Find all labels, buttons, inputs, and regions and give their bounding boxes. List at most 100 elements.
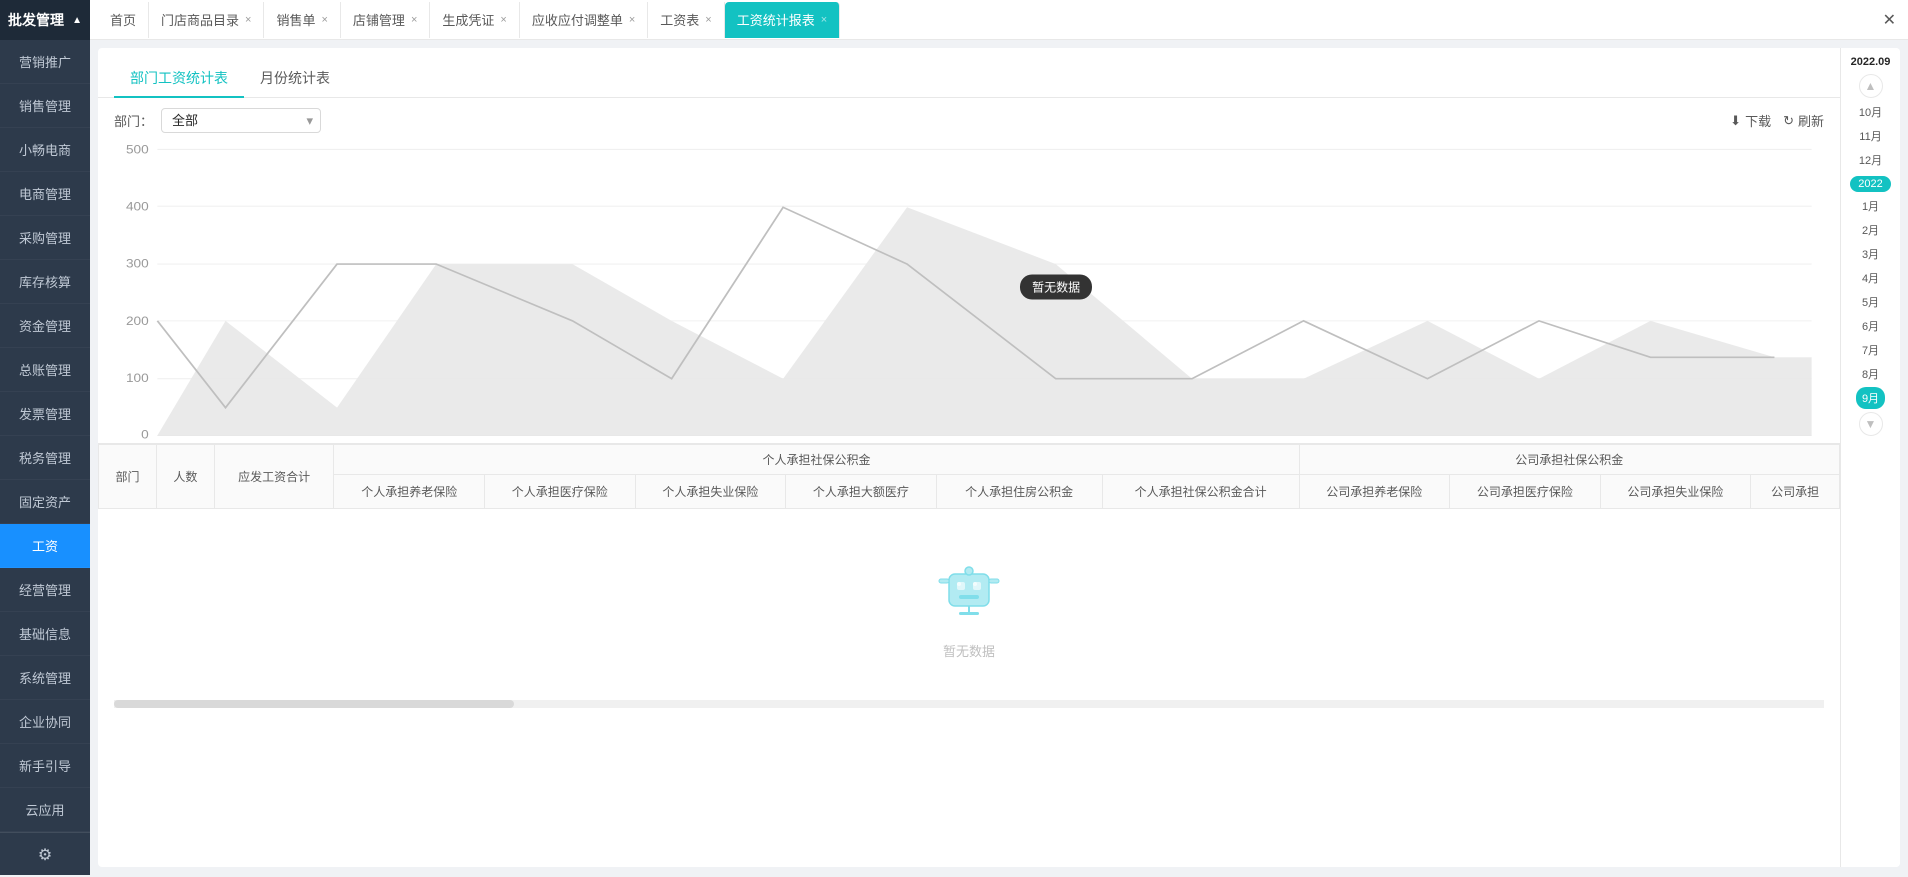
tab-工资统计报表[interactable]: 工资统计报表× [725, 2, 840, 38]
tab-工资表[interactable]: 工资表× [648, 2, 724, 38]
th-count: 人数 [156, 445, 214, 509]
th-company-pension: 公司承担养老保险 [1299, 475, 1450, 509]
sidebar-item-资金管理[interactable]: 资金管理 [0, 304, 90, 348]
timeline-month-2[interactable]: 2月 [1856, 219, 1885, 241]
gear-icon[interactable]: ⚙ [38, 845, 52, 865]
timeline-month-3[interactable]: 3月 [1856, 243, 1885, 265]
empty-icon [929, 549, 1009, 629]
timeline-year-2022[interactable]: 2022 [1850, 176, 1890, 192]
th-company-medical: 公司承担医疗保险 [1450, 475, 1601, 509]
sidebar-item-经营管理[interactable]: 经营管理 [0, 568, 90, 612]
data-table: 部门 人数 应发工资合计 个人承担社保公积金 公司承担社保公积金 个人承担养老保… [98, 444, 1840, 700]
timeline-month-5[interactable]: 5月 [1856, 291, 1885, 313]
timeline-month-10[interactable]: 10月 [1853, 101, 1888, 123]
refresh-label: 刷新 [1798, 111, 1824, 130]
sub-tabs: 部门工资统计表月份统计表 [98, 48, 1840, 98]
timeline-down-button[interactable]: ▼ [1859, 412, 1883, 436]
sidebar-items: 营销推广销售管理小畅电商电商管理采购管理库存核算资金管理总账管理发票管理税务管理… [0, 40, 90, 832]
th-personal-group: 个人承担社保公积金 [334, 445, 1299, 475]
tab-close-工资统计报表[interactable]: × [821, 14, 827, 26]
sidebar-header[interactable]: 批发管理 ▲ [0, 0, 90, 40]
sidebar-item-系统管理[interactable]: 系统管理 [0, 656, 90, 700]
timeline-month-7[interactable]: 7月 [1856, 339, 1885, 361]
tab-close-销售单[interactable]: × [321, 14, 327, 26]
sidebar: 批发管理 ▲ 营销推广销售管理小畅电商电商管理采购管理库存核算资金管理总账管理发… [0, 0, 90, 875]
th-company-group: 公司承担社保公积金 [1299, 445, 1840, 475]
sidebar-item-基础信息[interactable]: 基础信息 [0, 612, 90, 656]
main-area: 首页门店商品目录×销售单×店铺管理×生成凭证×应收应付调整单×工资表×工资统计报… [90, 0, 1908, 875]
sub-tab-月份统计表[interactable]: 月份统计表 [244, 60, 346, 98]
timeline-month-9[interactable]: 9月 [1856, 387, 1885, 409]
sidebar-item-库存核算[interactable]: 库存核算 [0, 260, 90, 304]
dept-label: 部门： [114, 111, 153, 130]
timeline-section-2022: 1月 2月 3月 4月 5月 6月 7月 8月 9月 [1841, 194, 1900, 410]
timeline-month-1[interactable]: 1月 [1856, 195, 1885, 217]
timeline-month-6[interactable]: 6月 [1856, 315, 1885, 337]
sidebar-item-营销推广[interactable]: 营销推广 [0, 40, 90, 84]
dept-select-wrapper: 全部 [161, 108, 321, 133]
table-scrollbar[interactable] [114, 700, 1824, 708]
tab-门店商品目录[interactable]: 门店商品目录× [149, 2, 264, 38]
tab-店铺管理[interactable]: 店铺管理× [341, 2, 430, 38]
th-personal-housing: 个人承担住房公积金 [936, 475, 1102, 509]
th-personal-bigmedical: 个人承担大额医疗 [786, 475, 937, 509]
th-personal-total: 个人承担社保公积金合计 [1102, 475, 1299, 509]
tabs-bar: 首页门店商品目录×销售单×店铺管理×生成凭证×应收应付调整单×工资表×工资统计报… [90, 0, 1908, 40]
th-company-more: 公司承担 [1751, 475, 1840, 509]
download-label: 下载 [1745, 111, 1771, 130]
tab-应收应付调整单[interactable]: 应收应付调整单× [520, 2, 648, 38]
svg-text:500: 500 [126, 143, 149, 156]
timeline-month-11[interactable]: 11月 [1853, 125, 1887, 147]
timeline-month-12[interactable]: 12月 [1853, 149, 1888, 171]
timeline-month-8[interactable]: 8月 [1856, 363, 1885, 385]
refresh-icon: ↻ [1783, 113, 1794, 129]
tab-close-店铺管理[interactable]: × [411, 14, 417, 26]
sidebar-bottom: ⚙ [0, 832, 90, 877]
tabs-bar-right: ✕ [1879, 6, 1900, 34]
page-inner: 部门工资统计表月份统计表 部门： 全部 ⬇ 下载 [98, 48, 1840, 867]
timeline-up-button[interactable]: ▲ [1859, 74, 1883, 98]
table-scrollbar-thumb [114, 700, 514, 708]
th-personal-medical: 个人承担医疗保险 [485, 475, 636, 509]
sidebar-item-企业协同[interactable]: 企业协同 [0, 700, 90, 744]
timeline-panel: 2022.09 ▲ 10月 11月 12月 2022 1月 2月 3月 4月 5… [1840, 48, 1900, 867]
tab-首页[interactable]: 首页 [98, 2, 149, 38]
tab-close-应收应付调整单[interactable]: × [629, 14, 635, 26]
timeline-month-4[interactable]: 4月 [1856, 267, 1885, 289]
sidebar-item-销售管理[interactable]: 销售管理 [0, 84, 90, 128]
sidebar-item-采购管理[interactable]: 采购管理 [0, 216, 90, 260]
content-area: 部门工资统计表月份统计表 部门： 全部 ⬇ 下载 [98, 48, 1900, 867]
tab-close-生成凭证[interactable]: × [500, 14, 506, 26]
refresh-button[interactable]: ↻ 刷新 [1783, 111, 1824, 130]
th-dept: 部门 [99, 445, 157, 509]
svg-text:0: 0 [141, 428, 149, 442]
sidebar-item-总账管理[interactable]: 总账管理 [0, 348, 90, 392]
sidebar-item-工资[interactable]: 工资 [0, 524, 90, 568]
tabs-close-button[interactable]: ✕ [1879, 6, 1900, 34]
sidebar-item-税务管理[interactable]: 税务管理 [0, 436, 90, 480]
tab-销售单[interactable]: 销售单× [264, 2, 340, 38]
sidebar-item-固定资产[interactable]: 固定资产 [0, 480, 90, 524]
tab-close-工资表[interactable]: × [705, 14, 711, 26]
sidebar-arrow-icon: ▲ [72, 15, 82, 26]
sub-tab-部门工资统计表[interactable]: 部门工资统计表 [114, 60, 244, 98]
svg-text:400: 400 [126, 199, 149, 213]
svg-text:300: 300 [126, 256, 149, 270]
tab-close-门店商品目录[interactable]: × [245, 14, 251, 26]
dept-select[interactable]: 全部 [161, 108, 321, 133]
sidebar-title: 批发管理 [8, 10, 64, 30]
sidebar-item-小畅电商[interactable]: 小畅电商 [0, 128, 90, 172]
svg-text:200: 200 [126, 314, 149, 328]
sidebar-item-云应用[interactable]: 云应用 [0, 788, 90, 832]
table-wrapper[interactable]: 部门 人数 应发工资合计 个人承担社保公积金 公司承担社保公积金 个人承担养老保… [98, 443, 1840, 867]
toolbar-right: ⬇ 下载 ↻ 刷新 [1730, 111, 1824, 130]
sidebar-item-电商管理[interactable]: 电商管理 [0, 172, 90, 216]
th-personal-unemploy: 个人承担失业保险 [635, 475, 786, 509]
toolbar-left: 部门： 全部 [114, 108, 321, 133]
sidebar-item-发票管理[interactable]: 发票管理 [0, 392, 90, 436]
download-button[interactable]: ⬇ 下载 [1730, 111, 1771, 130]
th-personal-pension: 个人承担养老保险 [334, 475, 485, 509]
timeline-current-label: 2022.09 [1851, 56, 1891, 68]
sidebar-item-新手引导[interactable]: 新手引导 [0, 744, 90, 788]
tab-生成凭证[interactable]: 生成凭证× [430, 2, 519, 38]
